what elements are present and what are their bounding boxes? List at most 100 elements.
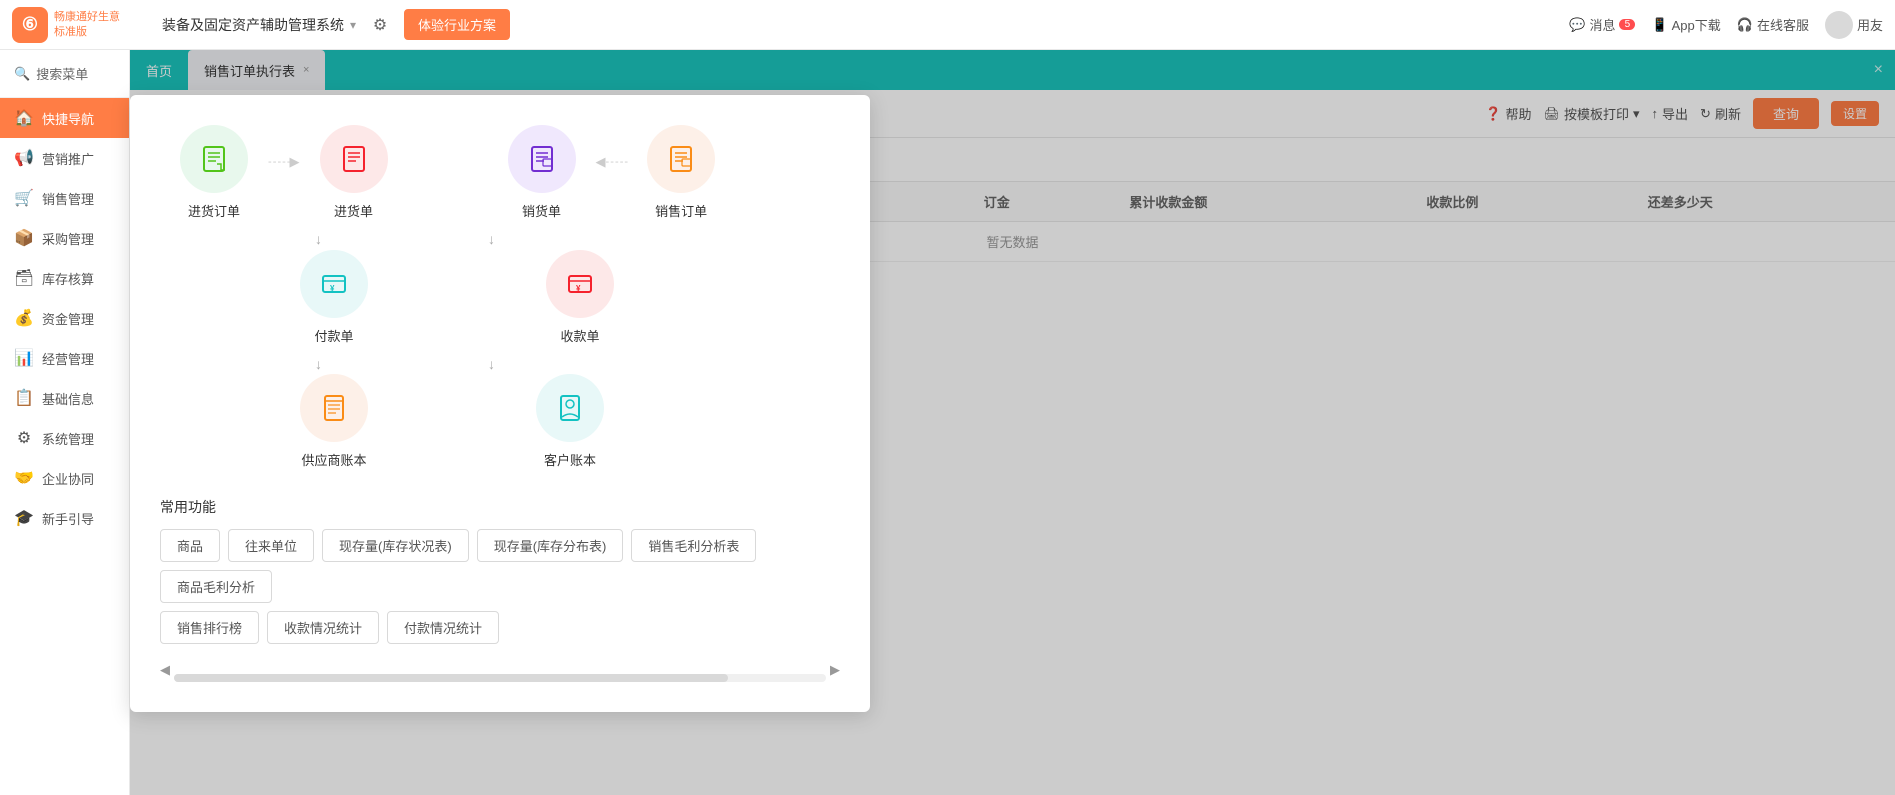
system-title-text: 装备及固定资产辅助管理系统 bbox=[162, 15, 344, 35]
sidebar-item-marketing[interactable]: 📢 营销推广 bbox=[0, 138, 129, 178]
top-right: 💬 消息 5 📱 App下载 🎧 在线客服 用友 bbox=[1569, 11, 1883, 39]
enterprise-label: 企业协同 bbox=[42, 469, 94, 488]
common-btn-product[interactable]: 商品 bbox=[160, 529, 220, 562]
logo-area: ⑥ 畅康通好生意 标准版 bbox=[12, 7, 142, 43]
sidebar-item-inventory[interactable]: 🗃 库存核算 bbox=[0, 258, 129, 298]
flow-node-customer-ledger-wrapper: 客户账本 bbox=[516, 374, 624, 469]
app-download-label: App下载 bbox=[1672, 15, 1721, 34]
enterprise-icon: 🤝 bbox=[14, 468, 34, 488]
purchase-order-circle bbox=[180, 125, 248, 193]
common-btn-stock-dist[interactable]: 现存量(库存分布表) bbox=[477, 529, 624, 562]
newbie-icon: 🎓 bbox=[14, 508, 34, 528]
sidebar-item-newbie[interactable]: 🎓 新手引导 bbox=[0, 498, 129, 538]
sidebar-item-basic-info[interactable]: 📋 基础信息 bbox=[0, 378, 129, 418]
search-label: 搜索菜单 bbox=[36, 64, 88, 83]
purchase-icon: 📦 bbox=[14, 228, 34, 248]
purchase-bill-circle bbox=[320, 125, 388, 193]
sidebar-item-operations[interactable]: 📊 经营管理 bbox=[0, 338, 129, 378]
common-btn-counterpart[interactable]: 往来单位 bbox=[228, 529, 314, 562]
search-menu-btn[interactable]: 🔍 搜索菜单 bbox=[8, 60, 121, 87]
system-title: 装备及固定资产辅助管理系统 ▾ bbox=[162, 15, 356, 35]
common-btn-stock-status[interactable]: 现存量(库存状况表) bbox=[322, 529, 469, 562]
modal-overlay[interactable]: 进货订单 - - - - - ▶ bbox=[130, 50, 1895, 795]
flow-node-supplier-ledger-wrapper: 供应商账本 bbox=[280, 374, 388, 469]
purchase-bill-label: 进货单 bbox=[334, 201, 373, 220]
flow-node-purchase-order[interactable]: 进货订单 bbox=[180, 125, 248, 220]
sales-bill-circle bbox=[508, 125, 576, 193]
top-bar: ⑥ 畅康通好生意 标准版 装备及固定资产辅助管理系统 ▾ ⚙ 体验行业方案 💬 … bbox=[0, 0, 1895, 50]
common-btn-receipt-stats[interactable]: 收款情况统计 bbox=[267, 611, 379, 644]
sidebar-item-purchase[interactable]: 📦 采购管理 bbox=[0, 218, 129, 258]
customer-ledger-circle bbox=[536, 374, 604, 442]
flow-node-payment-bill[interactable]: ¥ 付款单 bbox=[300, 250, 368, 345]
common-btn-payment-stats[interactable]: 付款情况统计 bbox=[387, 611, 499, 644]
online-service-btn[interactable]: 🎧 在线客服 bbox=[1737, 15, 1809, 34]
flow-middle-row: ¥ 付款单 bbox=[160, 250, 840, 345]
flow-node-customer-ledger[interactable]: 客户账本 bbox=[536, 374, 604, 469]
sidebar-item-quick-nav[interactable]: 🏠 快捷导航 bbox=[0, 98, 129, 138]
modal-scrollbar[interactable] bbox=[174, 674, 826, 682]
quick-nav-icon: 🏠 bbox=[14, 108, 34, 128]
user-avatar bbox=[1825, 11, 1853, 39]
modal-scrollbar-thumb bbox=[174, 674, 728, 682]
experience-btn[interactable]: 体验行业方案 bbox=[404, 9, 510, 40]
message-icon: 💬 bbox=[1569, 17, 1585, 33]
app-download-btn[interactable]: 📱 App下载 bbox=[1651, 15, 1720, 34]
message-btn[interactable]: 💬 消息 5 bbox=[1569, 15, 1635, 34]
flow-node-supplier-ledger[interactable]: 供应商账本 bbox=[300, 374, 368, 469]
arrow-sales-order-to-bill: ◀ - - - - - bbox=[596, 154, 628, 170]
svg-text:¥: ¥ bbox=[576, 284, 581, 293]
sidebar-item-sales[interactable]: 🛒 销售管理 bbox=[0, 178, 129, 218]
receipt-bill-circle: ¥ bbox=[546, 250, 614, 318]
common-btn-sales-profit-analysis[interactable]: 销售毛利分析表 bbox=[631, 529, 756, 562]
payment-bill-circle: ¥ bbox=[300, 250, 368, 318]
logo-line1: 畅康通好生意 bbox=[54, 10, 120, 24]
user-label: 用友 bbox=[1857, 15, 1883, 34]
purchase-label: 采购管理 bbox=[42, 229, 94, 248]
sidebar-item-finance[interactable]: 💰 资金管理 bbox=[0, 298, 129, 338]
user-area[interactable]: 用友 bbox=[1825, 11, 1883, 39]
content-area: 首页 销售订单执行表 × × ❓ 帮助 🖨 按模板打印 ▾ bbox=[130, 50, 1895, 795]
flow-node-sales-order[interactable]: 销售订单 bbox=[647, 125, 715, 220]
flow-bottom-arrows: ↓ ↓ bbox=[160, 355, 840, 375]
sidebar-item-enterprise[interactable]: 🤝 企业协同 bbox=[0, 458, 129, 498]
settings-icon-btn[interactable]: ⚙ bbox=[366, 11, 394, 39]
operations-icon: 📊 bbox=[14, 348, 34, 368]
flow-top-row: 进货订单 - - - - - ▶ bbox=[160, 125, 840, 220]
down-arrow-receipt: ↓ bbox=[488, 355, 495, 375]
common-btns-row-2: 销售排行榜 收款情况统计 付款情况统计 bbox=[160, 611, 840, 644]
scroll-left-arrow[interactable]: ◀ bbox=[160, 662, 170, 678]
sys-mgmt-icon: ⚙ bbox=[14, 428, 34, 448]
flow-node-sales-bill[interactable]: 销货单 bbox=[508, 125, 576, 220]
down-arrow-purchase: ↓ bbox=[315, 230, 322, 250]
sidebar-item-sys-mgmt[interactable]: ⚙ 系统管理 bbox=[0, 418, 129, 458]
flow-node-receipt-bill[interactable]: ¥ 收款单 bbox=[546, 250, 614, 345]
scroll-right-arrow[interactable]: ▶ bbox=[830, 662, 840, 678]
payment-bill-label: 付款单 bbox=[314, 326, 353, 345]
arrow-down-purchase-bill: ↓ bbox=[315, 230, 322, 250]
arrow-down-receipt: ↓ bbox=[488, 355, 495, 375]
common-btn-product-profit[interactable]: 商品毛利分析 bbox=[160, 570, 272, 603]
sales-order-circle bbox=[647, 125, 715, 193]
search-icon: 🔍 bbox=[14, 66, 30, 82]
finance-label: 资金管理 bbox=[42, 309, 94, 328]
basic-info-label: 基础信息 bbox=[42, 389, 94, 408]
sales-flow: 销货单 ◀ - - - - - bbox=[488, 125, 736, 220]
quick-nav-label: 快捷导航 bbox=[42, 109, 94, 128]
customer-ledger-label: 客户账本 bbox=[544, 450, 596, 469]
common-title: 常用功能 bbox=[160, 497, 840, 517]
svg-text:¥: ¥ bbox=[330, 284, 335, 293]
message-label: 消息 bbox=[1589, 15, 1615, 34]
app-wrapper: ⑥ 畅康通好生意 标准版 装备及固定资产辅助管理系统 ▾ ⚙ 体验行业方案 💬 … bbox=[0, 0, 1895, 795]
sys-mgmt-label: 系统管理 bbox=[42, 429, 94, 448]
sidebar: 🔍 搜索菜单 🏠 快捷导航 📢 营销推广 🛒 销售管理 📦 采购管理 bbox=[0, 50, 130, 795]
flow-node-payment-bill-wrapper: ¥ 付款单 bbox=[280, 250, 388, 345]
purchase-flow: 进货订单 - - - - - ▶ bbox=[160, 125, 408, 220]
operations-label: 经营管理 bbox=[42, 349, 94, 368]
system-dropdown-icon[interactable]: ▾ bbox=[350, 18, 356, 32]
common-btn-sales-ranking[interactable]: 销售排行榜 bbox=[160, 611, 259, 644]
sidebar-search[interactable]: 🔍 搜索菜单 bbox=[0, 50, 129, 98]
flow-node-purchase-bill[interactable]: 进货单 bbox=[320, 125, 388, 220]
arrow-down-sales-bill: ↓ bbox=[488, 230, 495, 250]
service-icon: 🎧 bbox=[1737, 17, 1753, 33]
